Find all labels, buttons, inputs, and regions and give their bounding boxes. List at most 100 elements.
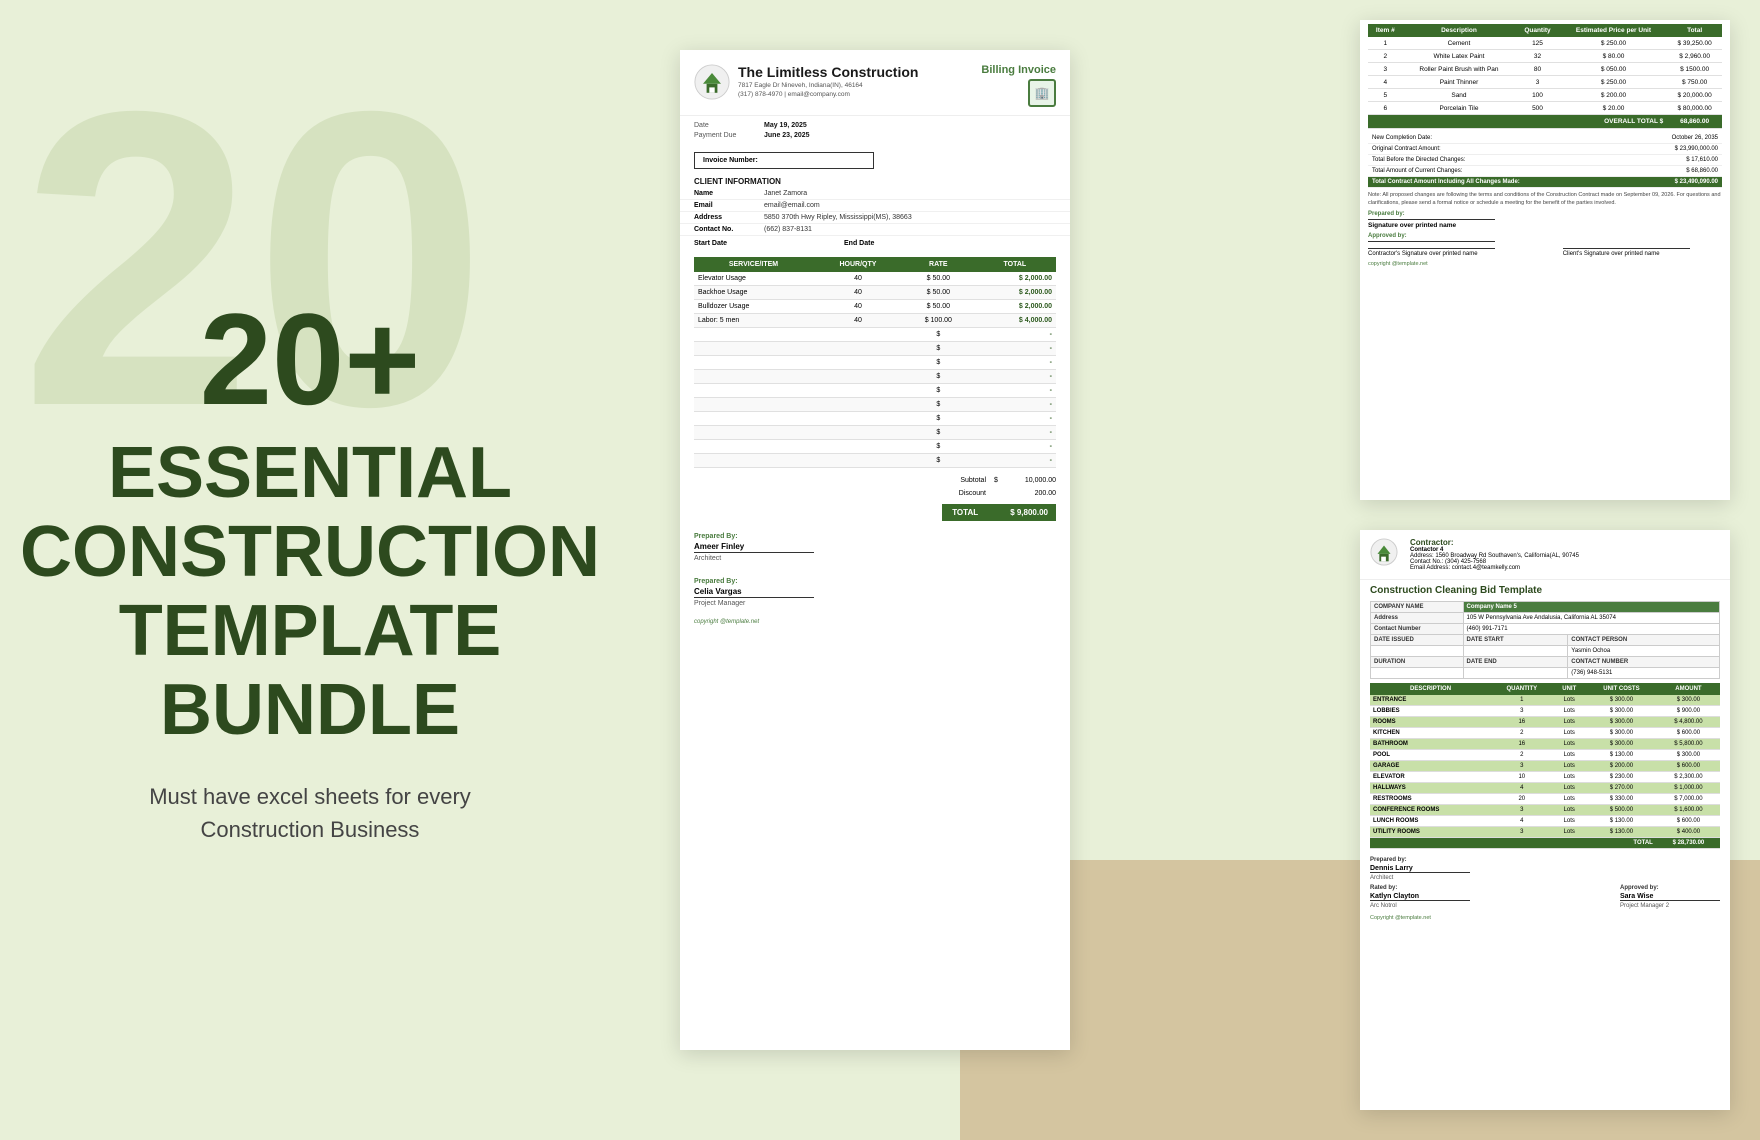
invoice-copyright: copyright @template.net [680,615,1070,629]
col-quantity: Quantity [1515,24,1559,37]
total-label: TOTAL [942,504,1002,521]
item-price: $ 250.00 [1560,76,1668,89]
approved-sig-line [1368,241,1495,242]
item-num: 6 [1368,102,1403,115]
duration-label: DURATION [1371,657,1464,668]
clean-amount: $ 2,300.00 [1657,772,1720,783]
total-amount: $ 9,800.00 [1002,504,1056,521]
clean-qty: 16 [1491,717,1552,728]
clean-cost: $ 200.00 [1586,761,1657,772]
col-service: SERVICE/ITEM [694,257,813,272]
invoice-number-box[interactable]: Invoice Number: [694,152,874,169]
col-est-price: Estimated Price per Unit [1560,24,1668,37]
email-value: email@email.com [764,202,820,209]
hero-number: 20+ [200,294,421,424]
empty-table-row: $ - [694,384,1056,398]
cleaning-row: ENTRANCE 1 Lots $ 300.00 $ 300.00 [1370,695,1720,706]
empty-rate: $ [903,328,974,342]
cleaning-row: UTILITY ROOMS 3 Lots $ 130.00 $ 400.00 [1370,827,1720,838]
clean-cost: $ 300.00 [1586,728,1657,739]
approver-name: Sara Wise [1620,893,1720,901]
client-info-title: CLIENT INFORMATION [680,173,1070,188]
approved-by-label: Approved by: [1368,233,1527,239]
clean-unit: Lots [1553,761,1586,772]
empty-qty [813,328,903,342]
clean-cost: $ 300.00 [1586,739,1657,750]
clean-amount: $ 300.00 [1657,695,1720,706]
preparer2-role: Project Manager [694,600,1056,607]
duration-value [1371,668,1464,679]
cleaning-total-value: $ 28,730.00 [1657,838,1720,849]
empty-table-row: $ - [694,398,1056,412]
br-prepared-label: Prepared by: [1370,857,1720,863]
empty-rate: $ [903,342,974,356]
col-total: TOTAL [974,257,1056,272]
empty-qty [813,440,903,454]
materials-row: 2 White Latex Paint 32 $ 80.00 $ 2,960.0… [1368,50,1722,63]
col-desc: Description [1403,24,1516,37]
br-rated-approved-row: Rated by: Katlyn Clayton Arc Notrol Appr… [1370,885,1720,909]
clean-amount: $ 7,000.00 [1657,794,1720,805]
clean-unit: Lots [1553,827,1586,838]
tr-copyright: copyright @template.net [1368,261,1722,267]
signature-section-2: Prepared By: Celia Vargas Project Manage… [680,570,1070,615]
materials-row: 4 Paint Thinner 3 $ 250.00 $ 750.00 [1368,76,1722,89]
cleaning-row: CONFERENCE ROOMS 3 Lots $ 500.00 $ 1,600… [1370,805,1720,816]
empty-total: - [974,412,1056,426]
overall-total-value: 68,860.00 [1667,115,1722,129]
cleaning-row: POOL 2 Lots $ 130.00 $ 300.00 [1370,750,1720,761]
sig-row-1: Prepared by: Signature over printed name [1368,211,1722,229]
br-sig-section: Prepared by: Dennis Larry Architect Rate… [1360,853,1730,913]
empty-qty [813,342,903,356]
table-row: Backhoe Usage 40 $ 50.00 $ 2,000.00 [694,286,1056,300]
br-info-table: COMPANY NAME Company Name 5 Address 105 … [1370,601,1720,679]
address-label: Address [694,214,764,221]
empty-total: - [974,398,1056,412]
rater-name: Katlyn Clayton [1370,893,1470,901]
col-rate: RATE [903,257,974,272]
clean-qty: 10 [1491,772,1552,783]
item-qty: 100 [1515,89,1559,102]
empty-qty [813,426,903,440]
clean-desc: CONFERENCE ROOMS [1370,805,1491,816]
materials-row: 6 Porcelain Tile 500 $ 20.00 $ 80,000.00 [1368,102,1722,115]
contractor-sig-text: Contractor's Signature over printed name [1368,251,1527,257]
service-cell: Backhoe Usage [694,286,813,300]
materials-table: Item # Description Quantity Estimated Pr… [1368,24,1722,129]
clean-unit: Lots [1553,728,1586,739]
empty-table-row: $ - [694,370,1056,384]
clean-amount: $ 600.00 [1657,728,1720,739]
clean-amount: $ 600.00 [1657,816,1720,827]
sig-row-2: Approved by: [1368,233,1722,244]
clean-desc: LUNCH ROOMS [1370,816,1491,827]
invoice-number-label: Invoice Number: [703,157,758,164]
address2-label: Address [1371,613,1464,624]
qty-cell: 40 [813,314,903,328]
service-cell: Elevator Usage [694,272,813,286]
clean-unit: Lots [1553,717,1586,728]
date-issued-value [1371,646,1464,657]
item-qty: 125 [1515,37,1559,50]
contact-number2-value: (736) 948-5131 [1568,668,1720,679]
item-qty: 3 [1515,76,1559,89]
clean-qty: 2 [1491,750,1552,761]
approved-label: Approved by: [1620,885,1720,891]
clean-qty: 4 [1491,783,1552,794]
total-cell: $ 4,000.00 [974,314,1056,328]
subtotal-dollar: $ [994,477,1006,484]
br-copyright: Copyright @template.net [1360,913,1730,923]
hero-title: ESSENTIAL CONSTRUCTION TEMPLATE BUNDLE [20,434,600,751]
clean-cost: $ 130.00 [1586,827,1657,838]
clean-amount: $ 900.00 [1657,706,1720,717]
client-email-row: Email email@email.com [680,200,1070,212]
cleaning-row: LUNCH ROOMS 4 Lots $ 130.00 $ 600.00 [1370,816,1720,827]
approved-by-col: Approved by: [1368,233,1527,244]
billing-badge: Billing Invoice 🏢 [981,64,1056,107]
prepared-by-col: Prepared by: Signature over printed name [1368,211,1527,229]
item-total: $ 2,960.00 [1667,50,1722,63]
hero-line3: TEMPLATE [119,591,502,671]
clean-amount: $ 4,800.00 [1657,717,1720,728]
company-name-value: Company Name 5 [1463,602,1719,613]
empty-service [694,412,813,426]
empty-table-row: $ - [694,356,1056,370]
